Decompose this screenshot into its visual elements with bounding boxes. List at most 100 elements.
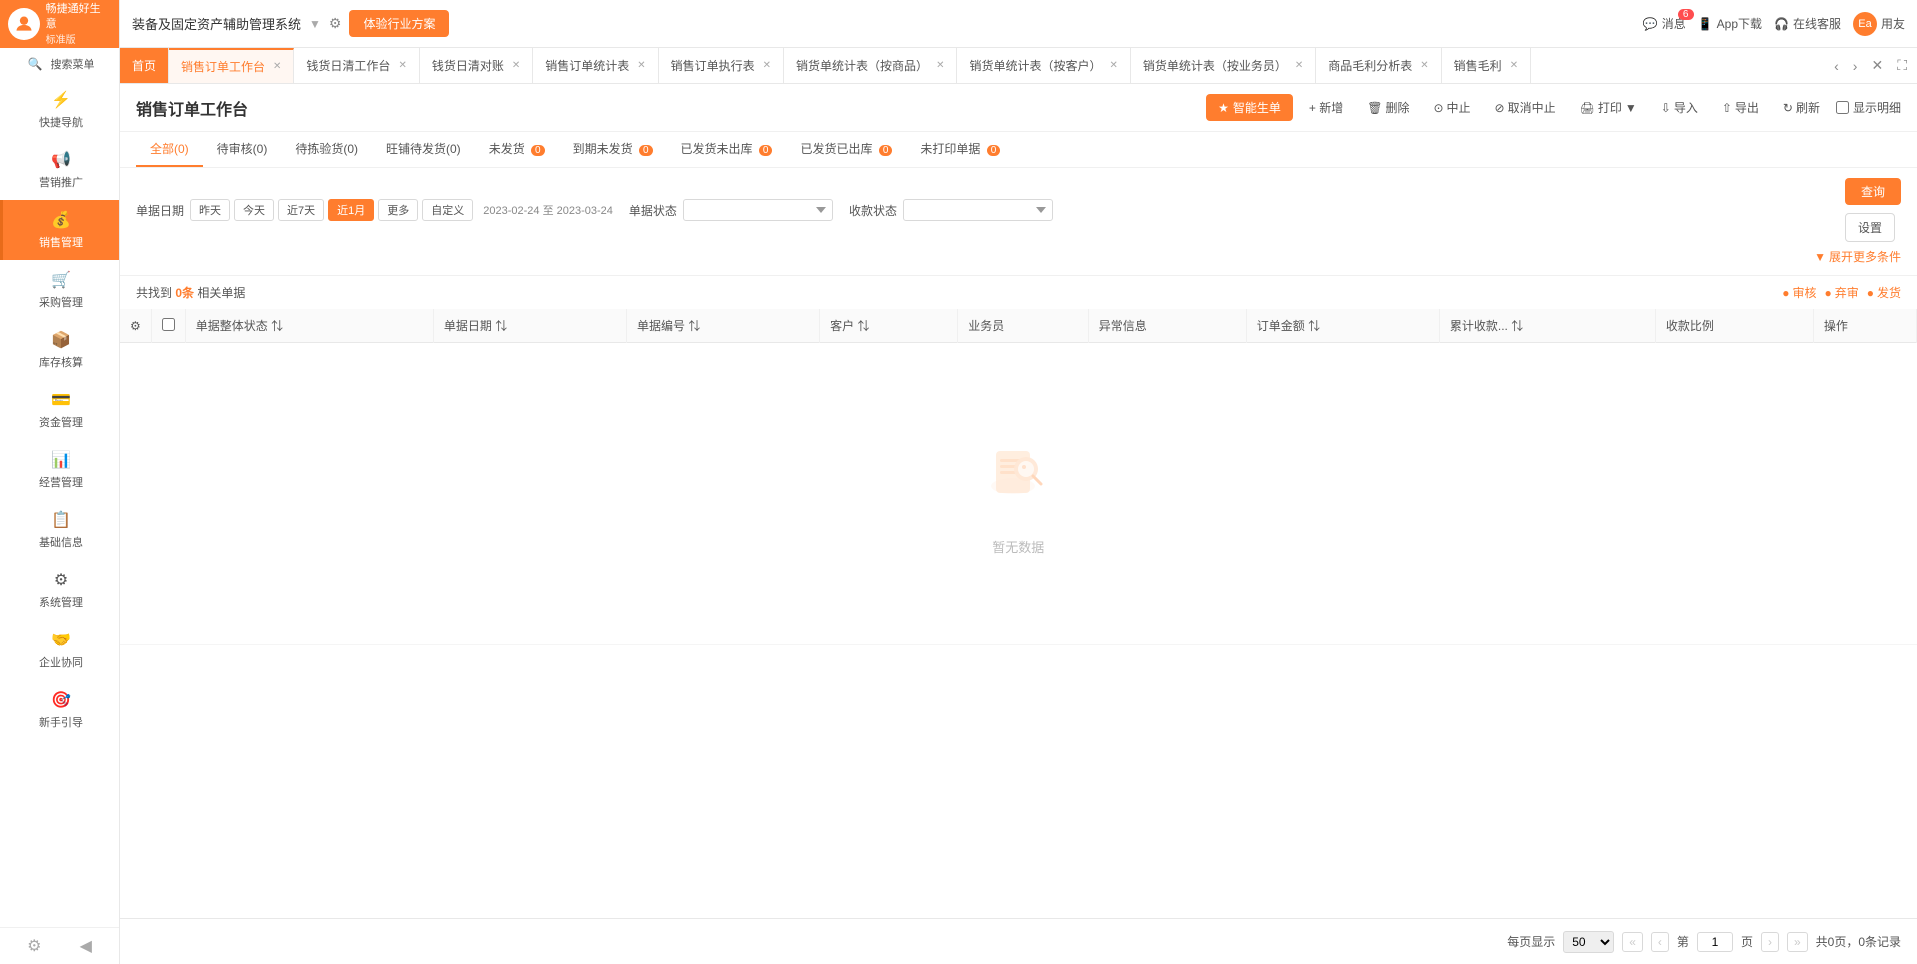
app-edition: 标准版 [46,31,111,46]
sidebar-item-purchase[interactable]: 🛒 采购管理 [0,260,119,320]
filter-tab-not-shipped[interactable]: 未发货 0 [475,132,559,167]
status-select[interactable] [683,199,833,221]
topbar-gear-icon[interactable]: ⚙ [329,15,342,32]
tab-cash-reconcile[interactable]: 钱货日清对账 ✕ [420,48,533,84]
col-status[interactable]: 单据整体状态 ⇅ [185,309,433,343]
tab-home[interactable]: 首页 [120,48,169,84]
col-settings[interactable]: ⚙ [120,309,151,343]
sidebar-item-marketing[interactable]: 📢 营销推广 [0,140,119,200]
filter-tab-not-printed[interactable]: 未打印单据 0 [906,132,1014,167]
col-collected[interactable]: 累计收款... ⇅ [1439,309,1655,343]
message-item[interactable]: 💬 6 消息 [1643,15,1686,32]
smart-order-btn[interactable]: ★ 智能生单 [1206,94,1293,121]
sidebar-item-sales[interactable]: 💰 销售管理 [0,200,119,260]
sidebar-item-system[interactable]: ⚙ 系统管理 [0,560,119,620]
unreview-btn[interactable]: ● 弃审 [1824,284,1858,301]
query-btn[interactable]: 查询 [1845,178,1901,205]
sidebar-item-operations[interactable]: 📊 经营管理 [0,440,119,500]
daily-cash-tab-label: 钱货日清工作台 [306,57,390,74]
tab-fullscreen-btn[interactable]: ⛶ [1893,55,1911,76]
col-amount[interactable]: 订单金额 ⇅ [1246,309,1439,343]
sidebar-settings-btn[interactable]: ⚙ [27,936,41,956]
tab-close-all-btn[interactable]: ✕ [1867,55,1887,76]
filter-tab-pending-inspect[interactable]: 待拣验货(0) [281,132,372,167]
last1month-btn[interactable]: 近1月 [328,199,374,221]
per-page-select[interactable]: 50 20 100 [1563,931,1614,953]
payment-select[interactable] [903,199,1053,221]
review-btn[interactable]: ● 审核 [1782,284,1816,301]
tab-daily-cash[interactable]: 钱货日清工作台 ✕ [294,48,419,84]
sidebar-item-finance[interactable]: 💳 资金管理 [0,380,119,440]
tab-sales-order[interactable]: 销售订单工作台 ✕ [169,48,294,84]
tab-close-sales-profit[interactable]: ✕ [1510,60,1518,71]
print-icon: 🖨 [1580,101,1595,115]
tab-close-cash-reconcile[interactable]: ✕ [512,60,520,71]
select-all-checkbox[interactable] [162,318,175,331]
app-download-item[interactable]: 📱 App下载 [1698,15,1762,32]
col-customer[interactable]: 客户 ⇅ [820,309,958,343]
next-page-btn[interactable]: › [1761,932,1779,952]
filter-tab-all[interactable]: 全部(0) [136,132,203,167]
tab-sales-profit[interactable]: 销售毛利 ✕ [1442,48,1531,84]
user-item[interactable]: Ea 用友 [1853,12,1905,36]
sidebar-item-guide[interactable]: 🎯 新手引导 [0,680,119,740]
tab-sales-stats-product[interactable]: 销货单统计表（按商品） ✕ [784,48,957,84]
col-date[interactable]: 单据日期 ⇅ [433,309,626,343]
last7-btn[interactable]: 近7天 [278,199,324,221]
tab-close-sales-stats-staff[interactable]: ✕ [1295,60,1303,71]
tab-sales-exec[interactable]: 销售订单执行表 ✕ [659,48,784,84]
tab-sales-stats-staff[interactable]: 销货单统计表（按业务员） ✕ [1131,48,1316,84]
sidebar-label-operations: 经营管理 [39,474,83,490]
sidebar-label-system: 系统管理 [39,594,83,610]
refresh-btn[interactable]: ↻ 刷新 [1775,95,1828,120]
filter-tab-pending-review[interactable]: 待审核(0) [203,132,282,167]
tab-sales-stats-customer[interactable]: 销货单统计表（按客户） ✕ [957,48,1130,84]
page-input[interactable] [1697,932,1733,952]
online-service-item[interactable]: 🎧 在线客服 [1774,15,1841,32]
sidebar-item-enterprise[interactable]: 🤝 企业协同 [0,620,119,680]
last-page-btn[interactable]: » [1787,932,1808,952]
show-detail-checkbox[interactable] [1836,101,1849,114]
custom-btn[interactable]: 自定义 [422,199,473,221]
col-no[interactable]: 单据编号 ⇅ [626,309,819,343]
ship-btn[interactable]: ● 发货 [1867,284,1901,301]
filter-tab-shipped-not-out[interactable]: 已发货未出库 0 [667,132,787,167]
today-btn[interactable]: 今天 [234,199,274,221]
filter-settings-btn[interactable]: 设置 [1845,213,1895,242]
sidebar-item-inventory[interactable]: 📦 库存核算 [0,320,119,380]
export-btn[interactable]: ⇧ 导出 [1714,95,1767,120]
tab-close-sales-order[interactable]: ✕ [273,61,281,72]
industry-btn[interactable]: 体验行业方案 [349,10,449,37]
sidebar-item-quick-nav[interactable]: ⚡ 快捷导航 [0,80,119,140]
yesterday-btn[interactable]: 昨天 [190,199,230,221]
add-btn[interactable]: + 新增 [1301,95,1351,120]
delete-btn[interactable]: 🗑 删除 [1359,95,1417,120]
stop-btn[interactable]: ⊙ 中止 [1425,95,1478,120]
import-btn[interactable]: ⇩ 导入 [1653,95,1706,120]
tab-close-sales-stats[interactable]: ✕ [637,60,645,71]
tab-scroll-right-btn[interactable]: › [1849,56,1862,76]
filter-tab-wangpu[interactable]: 旺铺待发货(0) [372,132,475,167]
expand-conditions-btn[interactable]: ▼ 展开更多条件 [1814,248,1901,265]
tab-close-sales-stats-customer[interactable]: ✕ [1109,60,1117,71]
tab-close-daily-cash[interactable]: ✕ [398,60,406,71]
tab-close-sales-stats-product[interactable]: ✕ [936,60,944,71]
sidebar-item-basic-info[interactable]: 📋 基础信息 [0,500,119,560]
filter-tab-overdue-label: 到期未发货 [573,142,633,156]
more-btn[interactable]: 更多 [378,199,418,221]
topbar-dropdown-icon[interactable]: ▼ [309,17,321,31]
filter-tab-overdue[interactable]: 到期未发货 0 [559,132,667,167]
tab-scroll-left-btn[interactable]: ‹ [1830,56,1843,76]
filter-tab-shipped-out[interactable]: 已发货已出库 0 [786,132,906,167]
tab-sales-stats[interactable]: 销售订单统计表 ✕ [533,48,658,84]
sidebar-search-item[interactable]: 🔍 搜索菜单 [0,48,119,80]
first-page-btn[interactable]: « [1622,932,1643,952]
show-detail-checkbox-label[interactable]: 显示明细 [1836,99,1901,116]
sidebar-collapse-btn[interactable]: ◀ [80,936,92,956]
tab-product-margin[interactable]: 商品毛利分析表 ✕ [1316,48,1441,84]
tab-close-product-margin[interactable]: ✕ [1420,60,1428,71]
prev-page-btn[interactable]: ‹ [1651,932,1669,952]
print-btn[interactable]: 🖨 打印 ▼ [1572,95,1645,120]
cancel-stop-btn[interactable]: ⊘ 取消中止 [1487,95,1564,120]
tab-close-sales-exec[interactable]: ✕ [763,60,771,71]
